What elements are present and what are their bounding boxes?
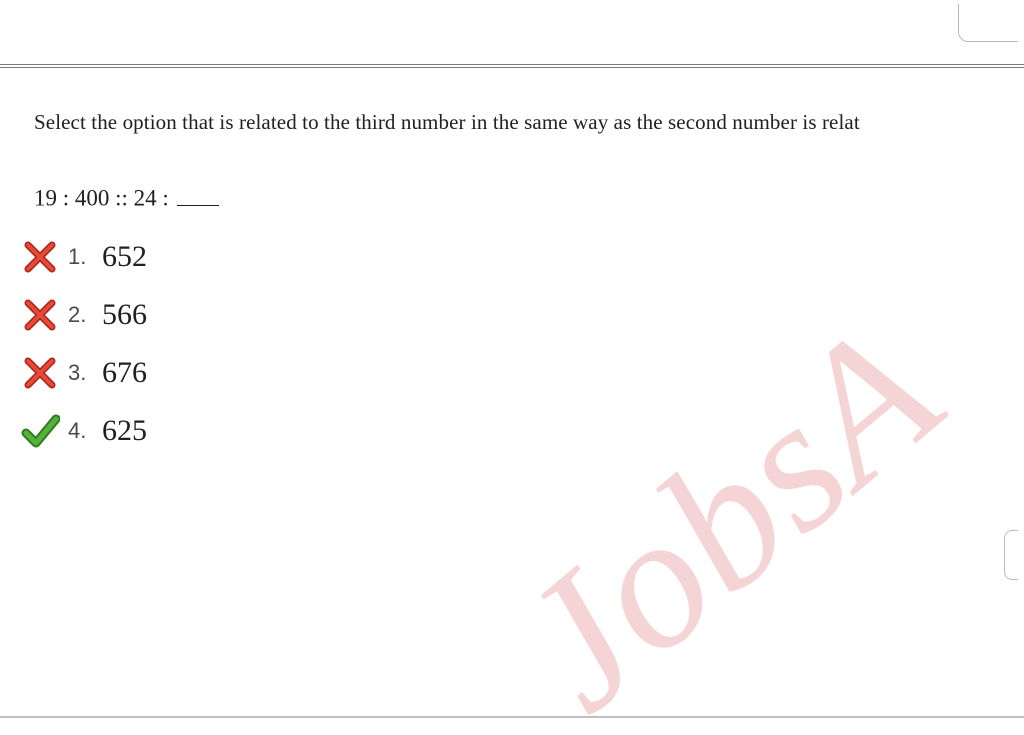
option-2[interactable]: 2. 566 <box>18 286 147 344</box>
option-value: 676 <box>102 356 147 390</box>
option-1[interactable]: 1. 652 <box>18 228 147 286</box>
divider-top <box>0 64 1024 68</box>
watermark-container: JobsA <box>477 137 1024 735</box>
option-value: 566 <box>102 298 147 332</box>
option-value: 652 <box>102 240 147 274</box>
option-number: 4. <box>68 418 98 444</box>
analogy-prefix: 19 : 400 :: 24 : <box>34 186 169 211</box>
analogy-blank <box>177 185 219 206</box>
partial-box-right <box>1004 530 1018 580</box>
option-4[interactable]: 4. 625 <box>18 402 147 460</box>
options-list: 1. 652 2. 566 <box>18 228 147 460</box>
question-text: Select the option that is related to the… <box>34 110 1024 135</box>
cross-icon <box>18 351 62 395</box>
option-value: 625 <box>102 414 147 448</box>
option-3[interactable]: 3. 676 <box>18 344 147 402</box>
option-number: 3. <box>68 360 98 386</box>
cross-icon <box>18 293 62 337</box>
page: Select the option that is related to the… <box>0 0 1024 735</box>
watermark-text: JobsA <box>477 137 1024 735</box>
cross-icon <box>18 235 62 279</box>
partial-box-top-right <box>958 4 1018 42</box>
analogy-line: 19 : 400 :: 24 : <box>34 185 219 212</box>
divider-bottom <box>0 716 1024 718</box>
option-number: 2. <box>68 302 98 328</box>
option-number: 1. <box>68 244 98 270</box>
check-icon <box>18 409 62 453</box>
